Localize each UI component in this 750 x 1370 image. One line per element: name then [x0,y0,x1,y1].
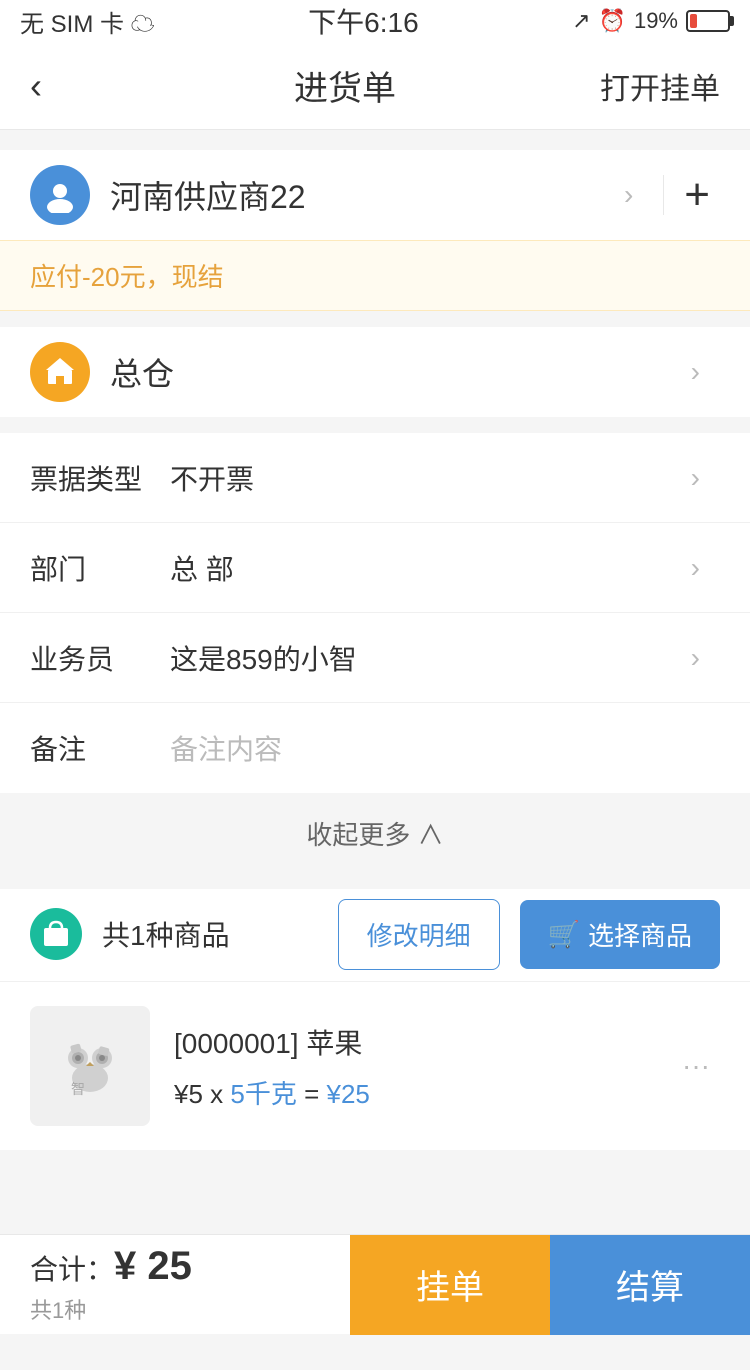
total-amount: ¥ 25 [114,1244,192,1288]
spacer-3 [0,417,750,433]
product-info: [0000001] 苹果 ¥5 x 5千克 = ¥25 [174,1022,672,1111]
remark-input[interactable]: 备注内容 [170,728,720,768]
open-hang-button[interactable]: 打开挂单 [600,64,720,108]
battery-icon [686,10,730,32]
product-more-button[interactable]: ··· [672,1040,720,1092]
department-row[interactable]: 部门 总 部 › [0,523,750,613]
department-value: 总 部 [170,548,691,588]
department-label: 部门 [30,548,170,588]
hang-order-button[interactable]: 挂单 [350,1235,550,1335]
sim-status: 无 SIM 卡 ☁ [20,4,155,39]
status-bar-time: 下午6:16 [308,1,419,41]
product-header: 共1种商品 修改明细 🛒 选择商品 [0,889,750,979]
spacer-2 [0,311,750,327]
collapse-more-button[interactable]: 收起更多 ∧ [0,793,750,873]
location-icon: ↗ [572,8,590,34]
battery-percent: 19% [634,8,678,34]
product-name: [0000001] 苹果 [174,1022,672,1062]
select-product-button[interactable]: 🛒 选择商品 [520,900,720,969]
product-count-text: 共1种商品 [102,914,318,954]
total-section: 合计：¥ 25 共1种 [0,1244,350,1325]
warehouse-chevron-icon: › [691,356,700,388]
select-icon: 🛒 [548,919,580,950]
quantity-value: 5千克 [230,1079,296,1109]
product-code: [0000001] [174,1028,299,1059]
status-bar: 无 SIM 卡 ☁ 下午6:16 ↗ ⏰ 19% [0,0,750,42]
warning-banner: 应付-20元，现结 [0,240,750,311]
total-label: 合计： [30,1254,114,1285]
warehouse-row[interactable]: 总仓 › [0,327,750,417]
ticket-type-label: 票据类型 [30,458,170,498]
page-title: 进货单 [294,61,396,110]
remark-row[interactable]: 备注 备注内容 [0,703,750,793]
select-btn-label: 选择商品 [588,916,692,953]
supplier-name: 河南供应商22 [110,172,624,218]
supplier-avatar [30,165,90,225]
product-count-icon [30,908,82,960]
total-count: 共1种 [30,1293,320,1325]
supplier-section: 河南供应商22 › + 应付-20元，现结 [0,150,750,311]
spacer-1 [0,130,750,150]
product-title-text: 苹果 [306,1028,362,1059]
product-price: ¥5 x 5千克 = ¥25 [174,1074,672,1111]
product-thumbnail: 智 [30,1006,150,1126]
supplier-row[interactable]: 河南供应商22 › + [0,150,750,240]
salesman-label: 业务员 [30,638,170,678]
remark-label: 备注 [30,728,170,768]
equals-label: = [297,1079,327,1109]
product-item: 智 [0000001] 苹果 ¥5 x 5千克 = ¥25 ··· [0,981,750,1150]
total-row: 合计：¥ 25 [30,1244,320,1289]
total-value: ¥25 [326,1079,369,1109]
ticket-type-value: 不开票 [170,458,691,498]
warehouse-icon [30,342,90,402]
spacer-4 [0,873,750,889]
svg-text:智: 智 [71,1081,85,1097]
warehouse-name: 总仓 [110,349,691,395]
settle-button[interactable]: 结算 [550,1235,750,1335]
product-section: 共1种商品 修改明细 🛒 选择商品 [0,889,750,1150]
form-section: 票据类型 不开票 › 部门 总 部 › 业务员 这是859的小智 › 备注 备注… [0,433,750,793]
nav-bar: ‹ 进货单 打开挂单 [0,42,750,130]
salesman-row[interactable]: 业务员 这是859的小智 › [0,613,750,703]
warehouse-section: 总仓 › [0,327,750,417]
alarm-icon: ⏰ [599,8,626,34]
price-label: ¥5 x [174,1079,230,1109]
back-button[interactable]: ‹ [30,65,90,107]
ticket-type-chevron-icon: › [691,462,700,494]
salesman-chevron-icon: › [691,642,700,674]
edit-detail-button[interactable]: 修改明细 [338,899,500,970]
department-chevron-icon: › [691,552,700,584]
status-bar-right: ↗ ⏰ 19% [572,8,730,34]
ticket-type-row[interactable]: 票据类型 不开票 › [0,433,750,523]
divider [663,175,664,215]
salesman-value: 这是859的小智 [170,638,691,678]
add-button[interactable]: + [674,170,720,220]
status-bar-left: 无 SIM 卡 ☁ [20,4,155,39]
bottom-bar: 合计：¥ 25 共1种 挂单 结算 [0,1234,750,1334]
supplier-chevron-icon: › [624,179,633,211]
